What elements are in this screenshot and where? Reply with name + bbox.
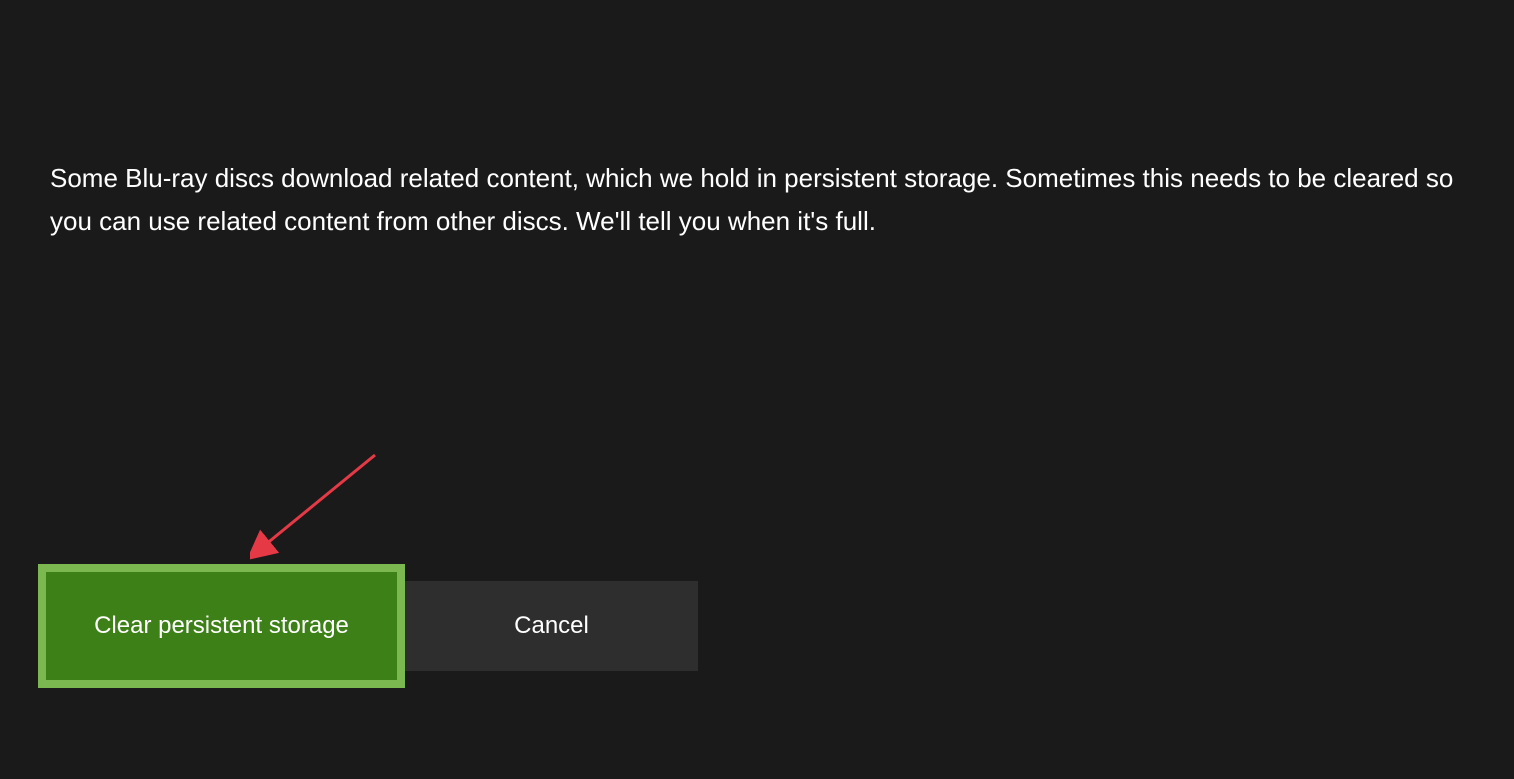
dialog-description: Some Blu-ray discs download related cont… <box>50 157 1464 243</box>
clear-persistent-storage-label: Clear persistent storage <box>94 612 349 640</box>
cancel-button-label: Cancel <box>514 612 589 640</box>
clear-persistent-storage-button-inner: Clear persistent storage <box>46 572 397 680</box>
cancel-button[interactable]: Cancel <box>405 581 698 671</box>
clear-persistent-storage-button[interactable]: Clear persistent storage <box>38 564 405 688</box>
annotation-arrow-icon <box>250 450 390 560</box>
button-row: Clear persistent storage Cancel <box>38 564 698 688</box>
